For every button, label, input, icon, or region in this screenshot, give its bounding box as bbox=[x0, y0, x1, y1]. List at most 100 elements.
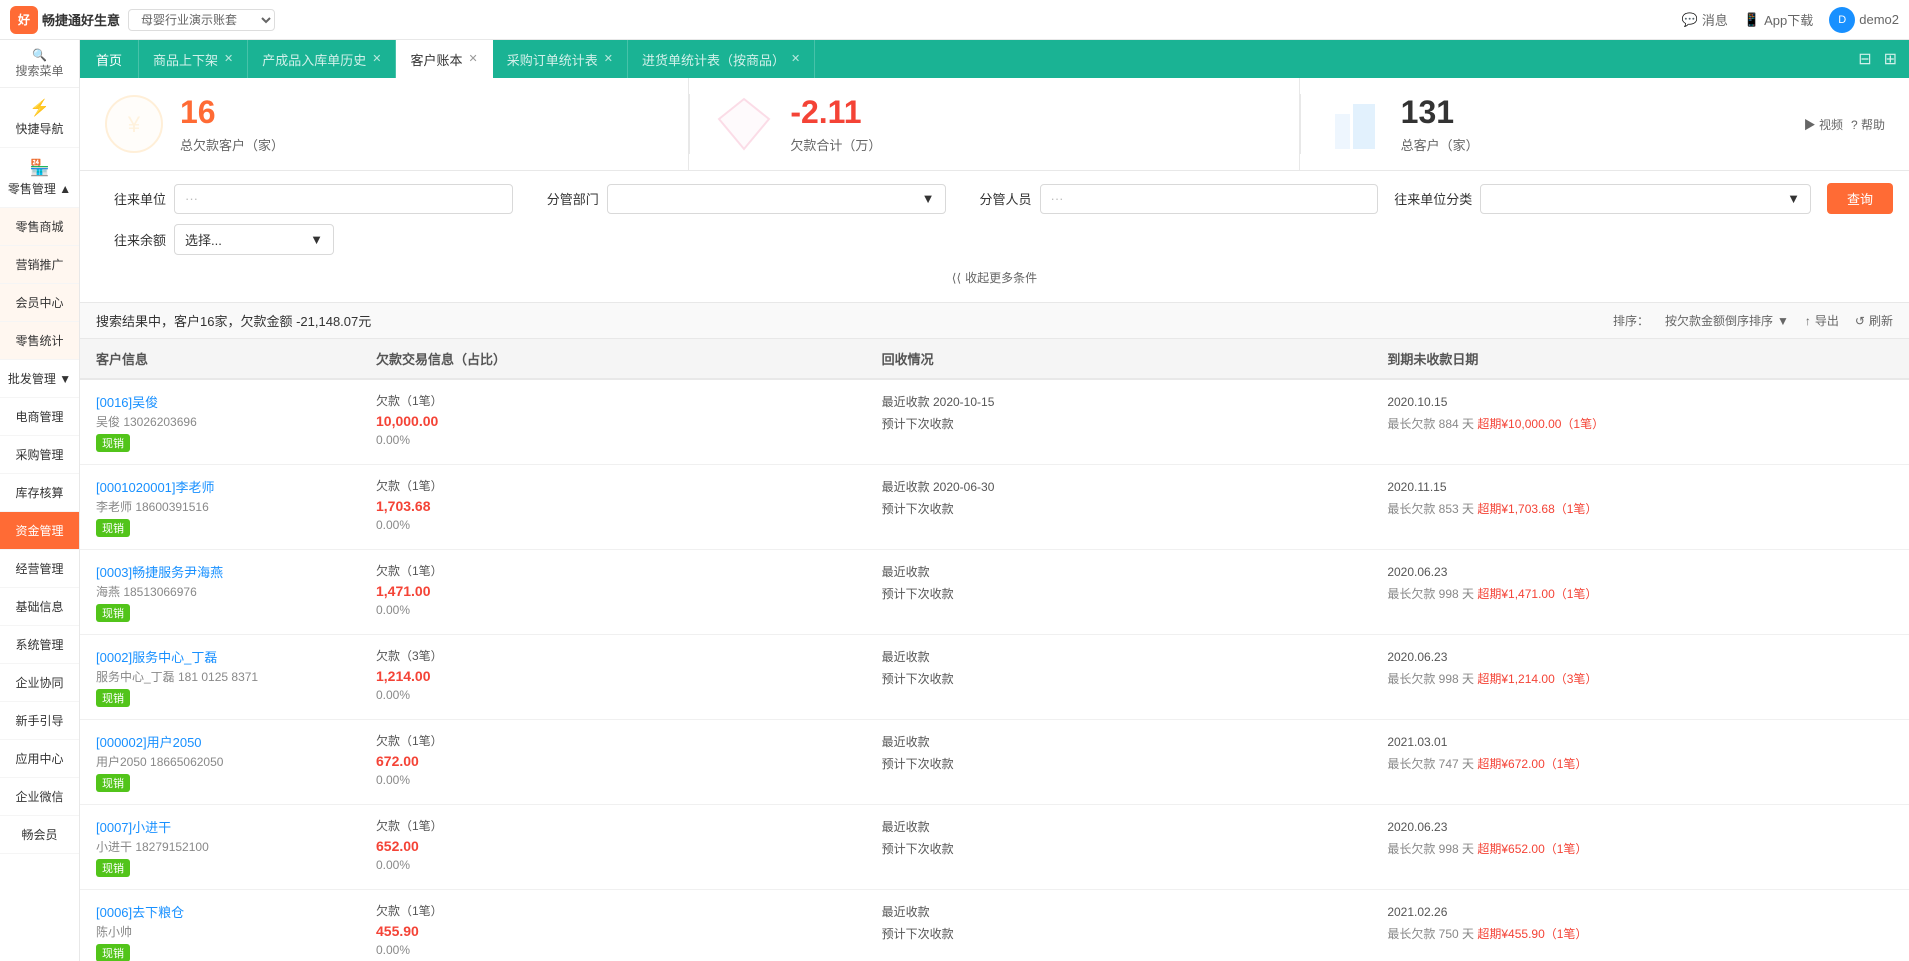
debt-customers-number: 16 bbox=[180, 94, 664, 131]
debt-amount-number: -2.11 bbox=[790, 94, 1274, 131]
close-tab-purchase-stats[interactable]: ✕ bbox=[791, 54, 800, 65]
debt-amount-label: 欠款合计（万） bbox=[790, 135, 1274, 154]
debt-amount[interactable]: 455.90 bbox=[376, 923, 882, 939]
debt-amount[interactable]: 1,471.00 bbox=[376, 583, 882, 599]
table-row: [0007]小进干 小进干 18279152100 现销 欠款（1笔） 652.… bbox=[80, 805, 1909, 890]
app-download-btn[interactable]: 📱 App下载 bbox=[1744, 10, 1813, 29]
sidebar-item-basic-info[interactable]: 基础信息 bbox=[0, 588, 79, 626]
table-body: [0016]吴俊 吴俊 13026203696 现销 欠款（1笔） 10,000… bbox=[80, 380, 1909, 961]
customer-name[interactable]: [0001020001]李老师 bbox=[96, 477, 376, 496]
company-select[interactable]: 母婴行业演示账套 bbox=[128, 9, 275, 31]
sort-select[interactable]: 按欠款金额倒序排序 ▼ bbox=[1665, 312, 1789, 329]
collection-info-cell: 最近收款 预计下次收款 bbox=[882, 562, 1388, 605]
tab-purchase-stats[interactable]: 进货单统计表（按商品） ✕ bbox=[628, 40, 815, 78]
diamond-icon bbox=[714, 94, 774, 154]
user-menu[interactable]: D demo2 bbox=[1829, 7, 1899, 33]
stat-content-total-customers: 131 总客户（家） bbox=[1401, 94, 1788, 154]
message-btn[interactable]: 💬 消息 bbox=[1682, 10, 1728, 29]
debt-amount[interactable]: 652.00 bbox=[376, 838, 882, 854]
customer-name[interactable]: [0002]服务中心_丁磊 bbox=[96, 647, 376, 666]
sidebar-item-enterprise-coop[interactable]: 企业协同 bbox=[0, 664, 79, 702]
topbar: 好 畅捷通好生意 母婴行业演示账套 💬 消息 📱 App下载 D demo2 bbox=[0, 0, 1909, 40]
refresh-btn[interactable]: ↺ 刷新 bbox=[1855, 312, 1893, 329]
close-tab-product-status[interactable]: ✕ bbox=[224, 54, 233, 65]
overdue-info-cell: 2020.10.15 最长欠款 884 天 超期¥10,000.00（1笔） bbox=[1387, 392, 1893, 435]
customer-name[interactable]: [0016]吴俊 bbox=[96, 392, 376, 411]
person-input[interactable] bbox=[1040, 184, 1379, 214]
next-collection: 预计下次收款 bbox=[882, 669, 1388, 691]
last-collection: 最近收款 bbox=[882, 817, 1388, 839]
overdue-link[interactable]: 超期¥1,471.00（1笔） bbox=[1477, 587, 1597, 601]
overdue-link[interactable]: 超期¥1,703.68（1笔） bbox=[1477, 502, 1597, 516]
overdue-link[interactable]: 超期¥455.90（1笔） bbox=[1477, 927, 1587, 941]
topbar-right: 💬 消息 📱 App下载 D demo2 bbox=[1682, 7, 1899, 33]
status-badge: 现销 bbox=[96, 434, 130, 452]
layout: 🔍搜索菜单 ⚡ 快捷导航 🏪 零售管理 ▲ 零售商城 营销推广 会员中心 零售统… bbox=[0, 40, 1909, 961]
sidebar-item-retail-stats[interactable]: 零售统计 bbox=[0, 322, 79, 360]
debt-percent: 0.00% bbox=[376, 943, 882, 957]
search-button[interactable]: 查询 bbox=[1827, 183, 1893, 214]
sidebar-item-members[interactable]: 会员中心 bbox=[0, 284, 79, 322]
close-tab-purchase-order[interactable]: ✕ bbox=[604, 54, 613, 65]
overdue-link[interactable]: 超期¥652.00（1笔） bbox=[1477, 842, 1587, 856]
balance-select[interactable]: 选择... ▼ bbox=[174, 224, 334, 255]
results-bar-right: 排序： 按欠款金额倒序排序 ▼ ↑ 导出 ↺ 刷新 bbox=[1613, 312, 1893, 329]
collapse-filter-btn[interactable]: ⟨⟨ 收起更多条件 bbox=[96, 265, 1893, 290]
debt-amount[interactable]: 672.00 bbox=[376, 753, 882, 769]
sidebar-item-system[interactable]: 系统管理 bbox=[0, 626, 79, 664]
filter-row-2: 往来余额 选择... ▼ bbox=[96, 224, 1893, 255]
sidebar-item-enterprise-wechat[interactable]: 企业微信 bbox=[0, 778, 79, 816]
sidebar-item-purchase[interactable]: 采购管理 bbox=[0, 436, 79, 474]
close-tab-customer-account[interactable]: ✕ bbox=[469, 54, 478, 65]
tab-expand-btn[interactable]: ⊞ bbox=[1880, 47, 1901, 71]
tab-customer-account[interactable]: 客户账本 ✕ bbox=[396, 40, 492, 78]
from-unit-input[interactable] bbox=[174, 184, 513, 214]
customer-name[interactable]: [000002]用户2050 bbox=[96, 732, 376, 751]
customer-contact: 用户2050 18665062050 bbox=[96, 753, 376, 770]
tab-purchase-order[interactable]: 采购订单统计表 ✕ bbox=[493, 40, 628, 78]
video-btn[interactable]: ▶ 视频 bbox=[1804, 116, 1843, 133]
close-tab-product-history[interactable]: ✕ bbox=[372, 54, 381, 65]
sidebar-item-vip-member[interactable]: 畅会员 bbox=[0, 816, 79, 854]
sidebar-item-batch-mgmt[interactable]: 批发管理 ▼ bbox=[0, 360, 79, 398]
sidebar-item-ecommerce[interactable]: 电商管理 bbox=[0, 398, 79, 436]
sidebar-item-inventory[interactable]: 库存核算 bbox=[0, 474, 79, 512]
sidebar-item-marketing[interactable]: 营销推广 bbox=[0, 246, 79, 284]
dept-select[interactable]: ▼ bbox=[607, 184, 946, 214]
due-date: 2020.11.15 bbox=[1387, 477, 1893, 499]
export-btn[interactable]: ↑ 导出 bbox=[1805, 312, 1839, 329]
sidebar-item-new-guide[interactable]: 新手引导 bbox=[0, 702, 79, 740]
overdue-link[interactable]: 超期¥10,000.00（1笔） bbox=[1477, 417, 1604, 431]
unit-class-select[interactable]: ▼ bbox=[1480, 184, 1811, 214]
customer-name[interactable]: [0006]去下粮仓 bbox=[96, 902, 376, 921]
debt-count: 欠款（1笔） bbox=[376, 902, 882, 919]
overdue-days: 最长欠款 747 天 超期¥672.00（1笔） bbox=[1387, 754, 1893, 776]
tab-collapse-btn[interactable]: ⊟ bbox=[1854, 47, 1875, 71]
debt-amount[interactable]: 1,214.00 bbox=[376, 668, 882, 684]
next-collection: 预计下次收款 bbox=[882, 924, 1388, 946]
customer-name[interactable]: [0003]畅捷服务尹海燕 bbox=[96, 562, 376, 581]
collection-info-cell: 最近收款 预计下次收款 bbox=[882, 902, 1388, 945]
debt-amount[interactable]: 10,000.00 bbox=[376, 413, 882, 429]
sidebar-item-retail-mall[interactable]: 零售商城 bbox=[0, 208, 79, 246]
sidebar-item-operation[interactable]: 经营管理 bbox=[0, 550, 79, 588]
sidebar-item-retail-mgmt[interactable]: 🏪 零售管理 ▲ bbox=[0, 148, 79, 208]
sidebar-item-app-center[interactable]: 应用中心 bbox=[0, 740, 79, 778]
status-badge: 现销 bbox=[96, 519, 130, 537]
tab-product-status[interactable]: 商品上下架 ✕ bbox=[139, 40, 248, 78]
last-collection: 最近收款 bbox=[882, 902, 1388, 924]
debt-amount[interactable]: 1,703.68 bbox=[376, 498, 882, 514]
tab-home[interactable]: 首页 bbox=[80, 40, 139, 78]
sidebar-item-quick-nav[interactable]: ⚡ 快捷导航 bbox=[0, 88, 79, 148]
customer-name[interactable]: [0007]小进干 bbox=[96, 817, 376, 836]
sidebar-item-finance[interactable]: 资金管理 bbox=[0, 512, 79, 550]
next-collection: 预计下次收款 bbox=[882, 839, 1388, 861]
overdue-link[interactable]: 超期¥1,214.00（3笔） bbox=[1477, 672, 1597, 686]
search-menu-btn[interactable]: 🔍搜索菜单 bbox=[0, 40, 79, 88]
filter-balance: 往来余额 选择... ▼ bbox=[96, 224, 1893, 255]
overdue-link[interactable]: 超期¥672.00（1笔） bbox=[1477, 757, 1587, 771]
filter-area: 往来单位 分管部门 ▼ 分管人员 往来单位分类 bbox=[80, 171, 1909, 303]
status-badge: 现销 bbox=[96, 604, 130, 622]
tab-product-history[interactable]: 产成品入库单历史 ✕ bbox=[248, 40, 396, 78]
help-btn[interactable]: ? 帮助 bbox=[1851, 116, 1885, 133]
